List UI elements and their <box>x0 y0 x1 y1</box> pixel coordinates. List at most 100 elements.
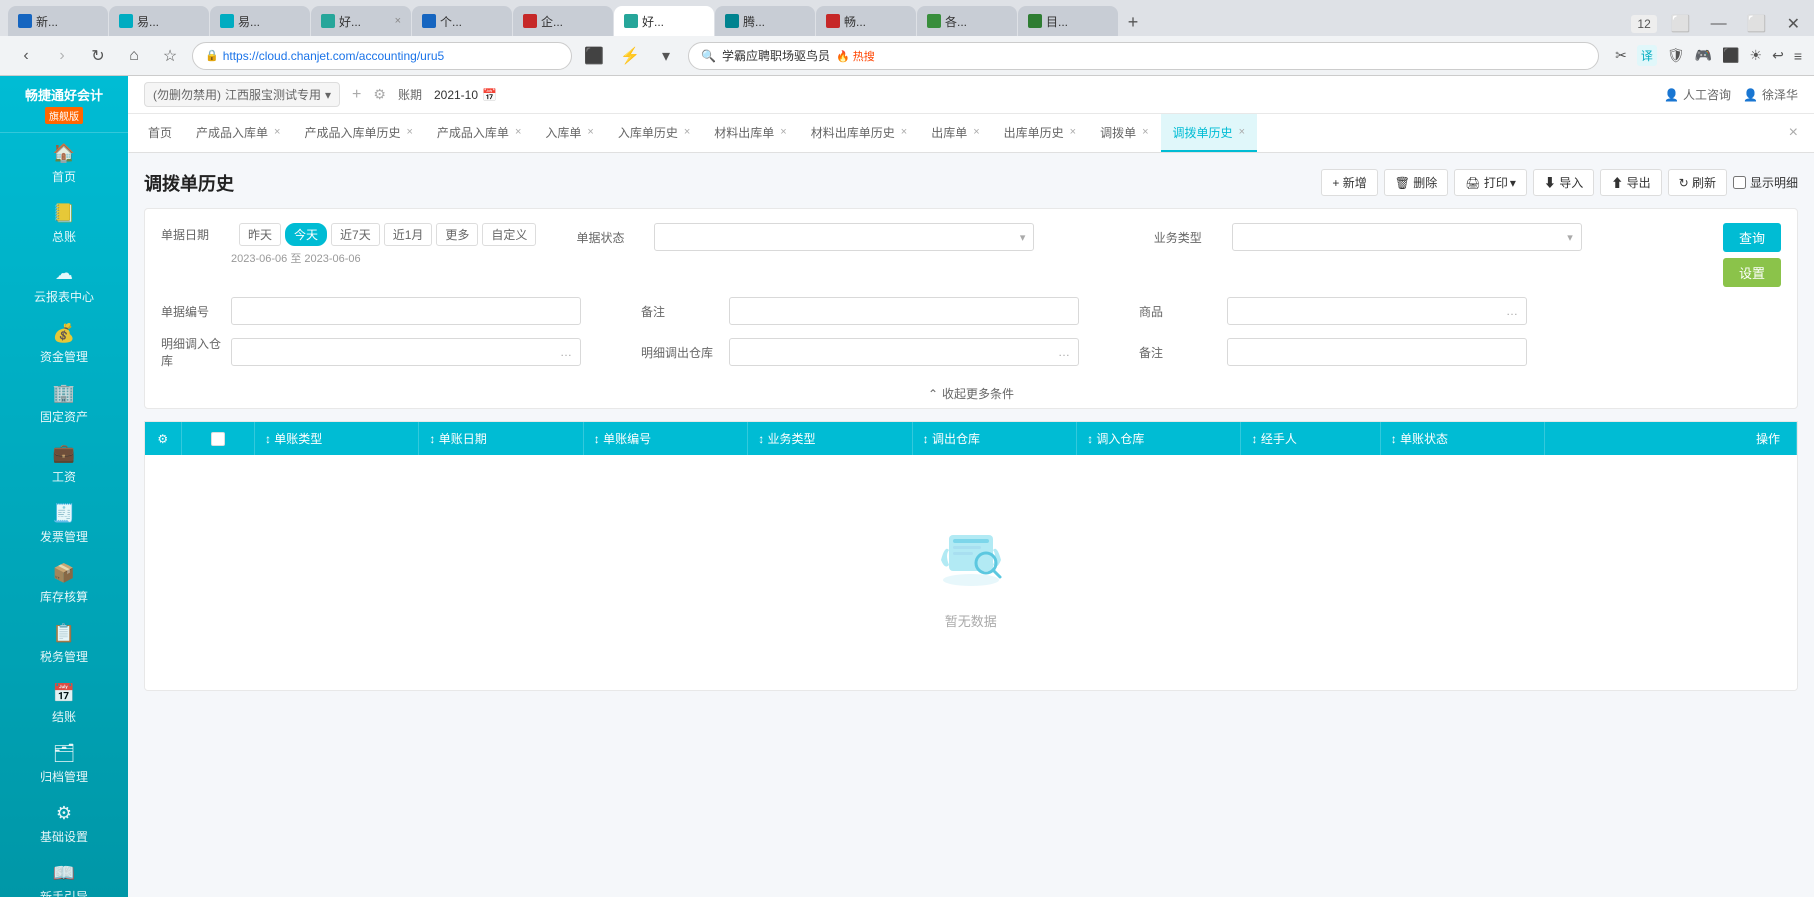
page-tab-product-in-history-close[interactable]: × <box>406 126 412 138</box>
page-tab-in-history-close[interactable]: × <box>684 126 690 138</box>
page-tab-product-in[interactable]: 产成品入库单 × <box>184 114 292 152</box>
biz-type-select[interactable]: ▾ <box>1232 223 1582 251</box>
th-out-wh[interactable]: ↕ 调出仓库 <box>912 422 1076 455</box>
sidebar-item-capital[interactable]: 💰 资金管理 <box>0 313 128 373</box>
maximize-icon[interactable]: ⬜ <box>1741 12 1773 36</box>
page-tab-in-order-close[interactable]: × <box>587 126 593 138</box>
sidebar-item-tax[interactable]: 📋 税务管理 <box>0 613 128 673</box>
page-tab-product-in-history[interactable]: 产成品入库单历史 × <box>292 114 424 152</box>
page-tab-allot-history-close[interactable]: × <box>1239 126 1245 138</box>
page-tab-allot-order-close[interactable]: × <box>1142 126 1148 138</box>
sidebar-item-report[interactable]: ☁ 云报表中心 <box>0 253 128 313</box>
note-input[interactable] <box>729 297 1079 325</box>
date-btn-today[interactable]: 今天 <box>285 223 327 246</box>
order-no-input[interactable] <box>231 297 581 325</box>
sidebar-item-archive[interactable]: 🗂 归档管理 <box>0 733 128 793</box>
minimize-icon[interactable]: — <box>1705 13 1733 35</box>
page-tab-mat-out[interactable]: 材料出库单 × <box>702 114 798 152</box>
add-company-button[interactable]: + <box>352 86 361 104</box>
extensions-menu[interactable]: ⬛ <box>580 42 608 70</box>
settings-button[interactable]: 设置 <box>1723 258 1781 287</box>
tab-close-4[interactable]: × <box>395 15 401 27</box>
goods-input[interactable]: … <box>1227 297 1527 325</box>
goods-dots-icon[interactable]: … <box>1506 304 1518 318</box>
page-tab-allot-history[interactable]: 调拨单历史 × <box>1161 114 1257 152</box>
company-selector[interactable]: (勿删勿禁用) 江西服宝测试专用 ▾ <box>144 82 340 107</box>
th-type[interactable]: ↕ 单账类型 <box>254 422 418 455</box>
bookmark-button[interactable]: ☆ <box>156 42 184 70</box>
page-tab-home[interactable]: 首页 <box>136 114 184 152</box>
scissors-icon[interactable]: ✂ <box>1615 47 1627 64</box>
display-detail-label[interactable]: 显示明细 <box>1733 174 1798 191</box>
grid-icon[interactable]: ⬛ <box>1722 47 1739 64</box>
undo-icon[interactable]: ↩ <box>1772 47 1784 64</box>
user-avatar[interactable]: 👤 徐泽华 <box>1743 86 1798 103</box>
import-button[interactable]: ⬇ 导入 <box>1533 169 1594 196</box>
browser-tab-10[interactable]: 各... <box>917 6 1017 36</box>
export-button[interactable]: ⬆ 导出 <box>1600 169 1661 196</box>
browser-tab-7[interactable]: 好... <box>614 6 714 36</box>
forward-button[interactable]: › <box>48 42 76 70</box>
settings-gear-icon[interactable]: ⚙ <box>373 86 386 103</box>
page-tab-mat-out-close[interactable]: × <box>780 126 786 138</box>
game-icon[interactable]: 🎮 <box>1695 47 1712 64</box>
th-in-wh[interactable]: ↕ 调入仓库 <box>1077 422 1241 455</box>
page-tab-out-history[interactable]: 出库单历史 × <box>992 114 1088 152</box>
select-all-checkbox[interactable] <box>211 432 225 446</box>
menu-icon[interactable]: ≡ <box>1794 48 1802 64</box>
tabs-close-all-button[interactable]: × <box>1781 120 1806 146</box>
new-tab-button[interactable]: + <box>1119 8 1147 36</box>
th-handler[interactable]: ↕ 经手人 <box>1241 422 1380 455</box>
browser-search-bar[interactable]: 🔍 学霸应聘职场驱鸟员 🔥 热搜 <box>688 42 1599 70</box>
refresh-button[interactable]: ↻ <box>84 42 112 70</box>
browser-tab-3[interactable]: 易... <box>210 6 310 36</box>
back-button[interactable]: ‹ <box>12 42 40 70</box>
status-select[interactable]: ▾ <box>654 223 1034 251</box>
th-status[interactable]: ↕ 单账状态 <box>1380 422 1544 455</box>
customer-service-button[interactable]: 👤 人工咨询 <box>1664 86 1731 103</box>
period-selector[interactable]: 2021-10 📅 <box>434 88 497 102</box>
dropdown-arrow[interactable]: ▾ <box>652 42 680 70</box>
date-btn-1month[interactable]: 近1月 <box>384 223 433 246</box>
delete-button[interactable]: 🗑 删除 <box>1384 169 1449 196</box>
sidebar-item-guide[interactable]: 📖 新手引导 <box>0 853 128 897</box>
theme-icon[interactable]: ☀ <box>1750 47 1763 64</box>
detail-out-input[interactable]: … <box>729 338 1079 366</box>
page-tab-out-history-close[interactable]: × <box>1070 126 1076 138</box>
date-btn-more[interactable]: 更多 <box>436 223 478 246</box>
page-tab-out-order[interactable]: 出库单 × <box>919 114 991 152</box>
browser-tab-2[interactable]: 易... <box>109 6 209 36</box>
new-button[interactable]: + 新增 <box>1321 169 1377 196</box>
browser-tab-1[interactable]: 新... <box>8 6 108 36</box>
close-window-icon[interactable]: ✕ <box>1781 12 1806 36</box>
note2-input[interactable] <box>1227 338 1527 366</box>
sidebar-item-invoice[interactable]: 🧾 发票管理 <box>0 493 128 553</box>
th-biz-type[interactable]: ↕ 业务类型 <box>748 422 912 455</box>
query-button[interactable]: 查询 <box>1723 223 1781 252</box>
browser-tab-11[interactable]: 目... <box>1018 6 1118 36</box>
sidebar-item-inventory[interactable]: 📦 库存核算 <box>0 553 128 613</box>
browser-tab-4[interactable]: 好... × <box>311 6 411 36</box>
sidebar-item-salary[interactable]: 💼 工资 <box>0 433 128 493</box>
detail-out-dots-icon[interactable]: … <box>1058 345 1070 359</box>
print-button[interactable]: 🖨 打印 ▾ <box>1454 169 1527 196</box>
table-settings-icon[interactable]: ⚙ <box>157 432 168 446</box>
page-tab-mat-out-history[interactable]: 材料出库单历史 × <box>799 114 919 152</box>
browser-tab-8[interactable]: 腾... <box>715 6 815 36</box>
detail-in-input[interactable]: … <box>231 338 581 366</box>
lightning-icon[interactable]: ⚡ <box>616 42 644 70</box>
refresh-button-page[interactable]: ↻ 刷新 <box>1668 169 1727 196</box>
detail-in-dots-icon[interactable]: … <box>560 345 572 359</box>
extensions-icon[interactable]: ⬜ <box>1665 12 1697 36</box>
page-tab-allot-order[interactable]: 调拨单 × <box>1088 114 1160 152</box>
sidebar-item-ledger[interactable]: 📒 总账 <box>0 193 128 253</box>
sidebar-item-basic[interactable]: ⚙ 基础设置 <box>0 793 128 853</box>
th-checkbox[interactable] <box>181 422 254 455</box>
th-gear[interactable]: ⚙ <box>145 422 181 455</box>
browser-tab-9[interactable]: 畅... <box>816 6 916 36</box>
date-btn-7days[interactable]: 近7天 <box>331 223 380 246</box>
browser-tab-6[interactable]: 企... <box>513 6 613 36</box>
collapse-more-button[interactable]: ⌃ 收起更多条件 <box>145 379 1797 408</box>
sidebar-item-assets[interactable]: 🏢 固定资产 <box>0 373 128 433</box>
shield-icon[interactable]: 🛡 <box>1667 47 1685 64</box>
